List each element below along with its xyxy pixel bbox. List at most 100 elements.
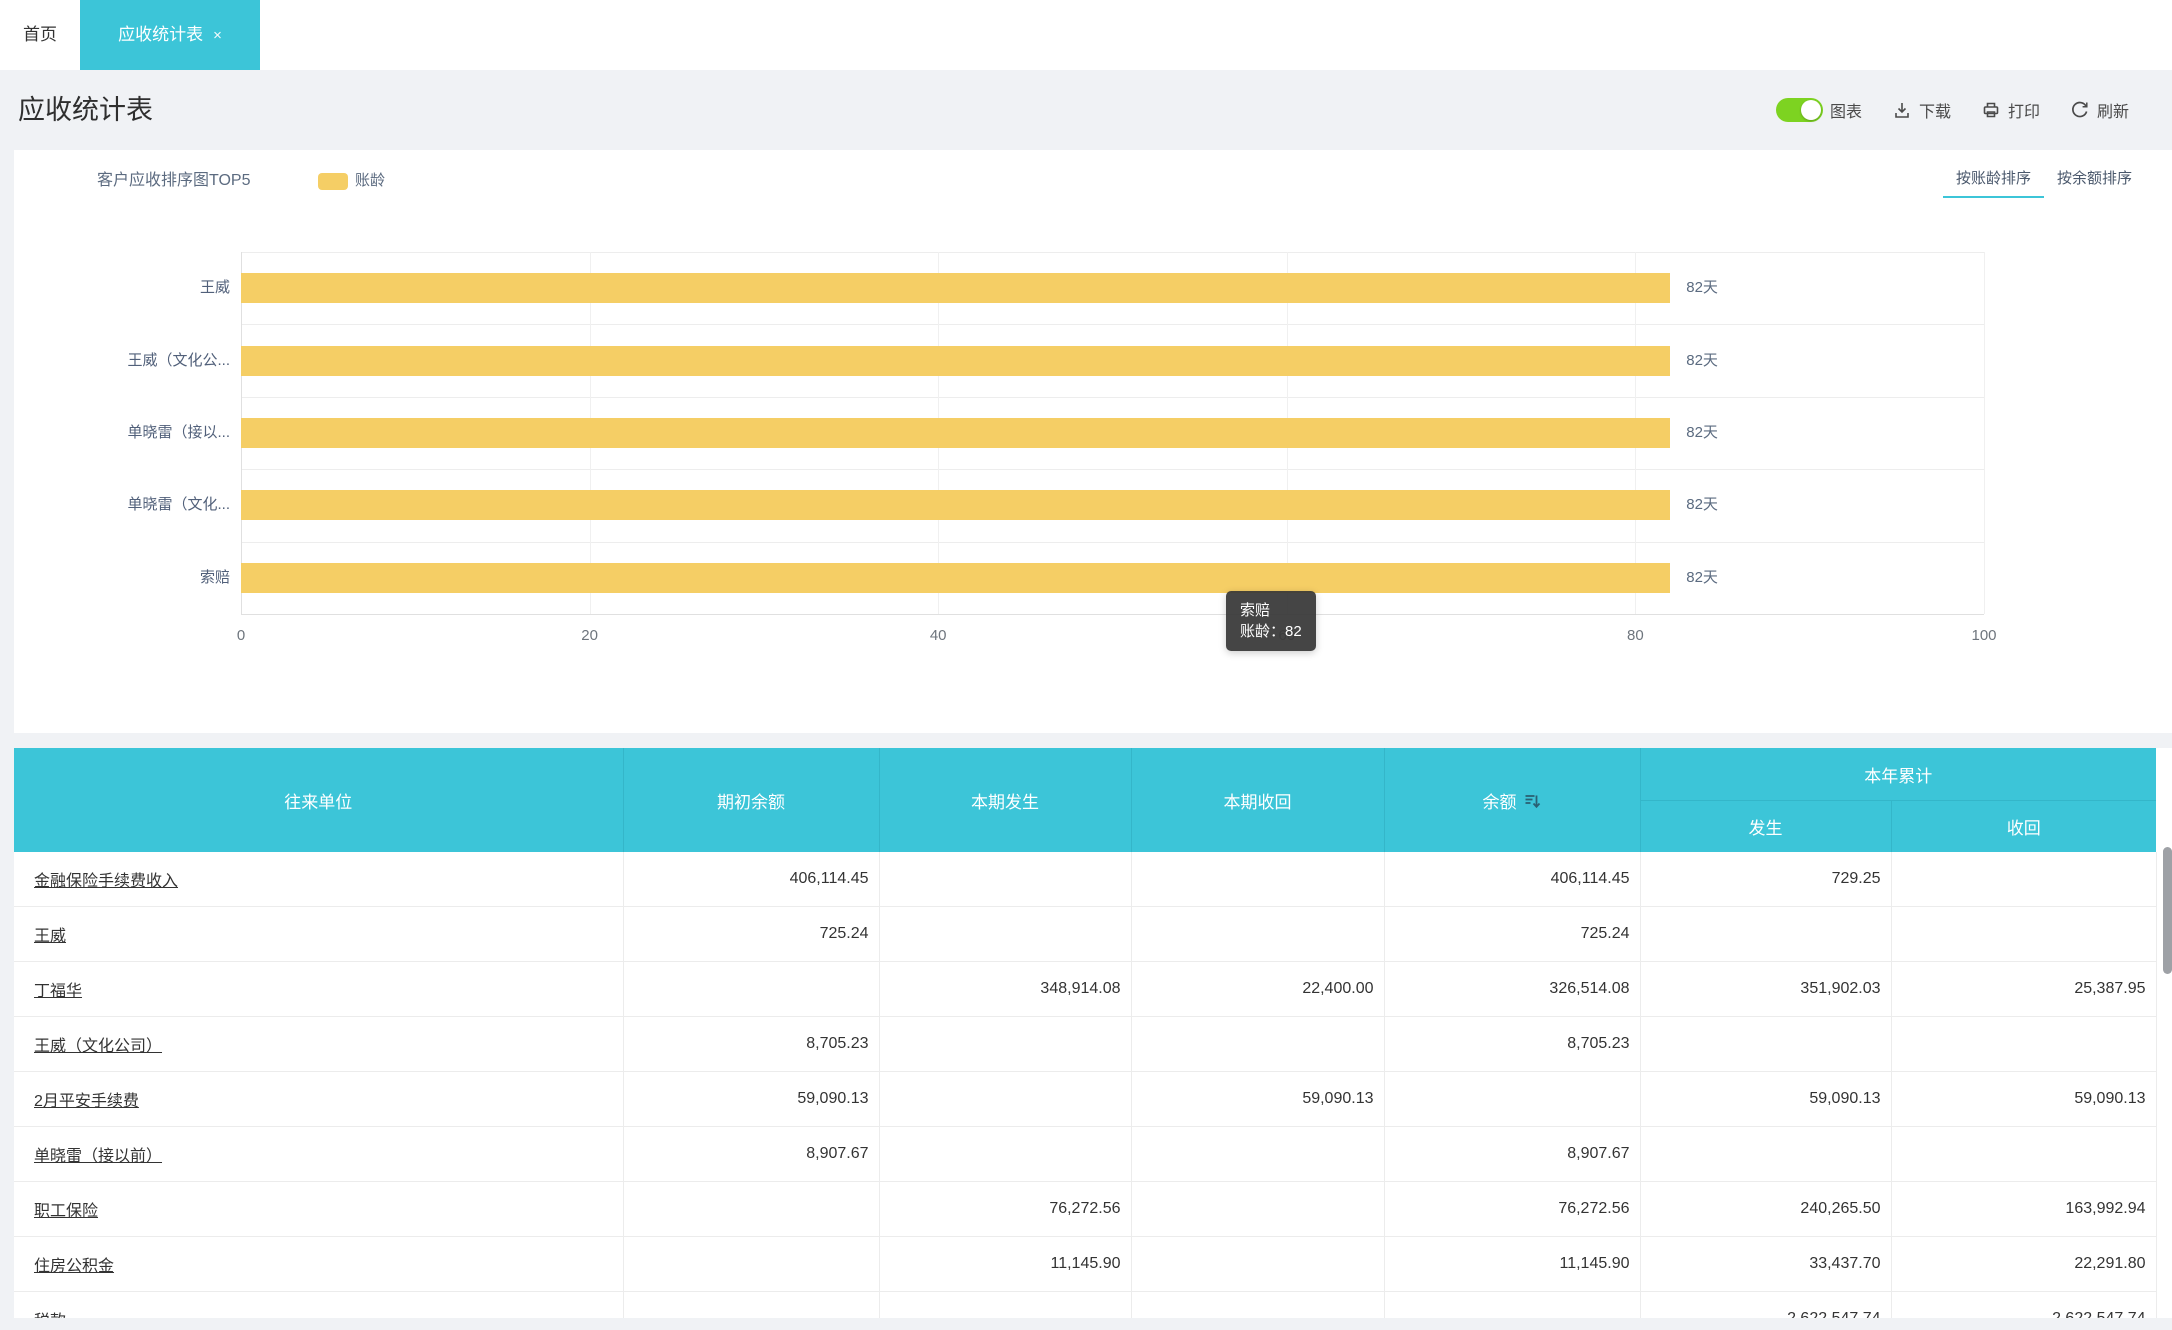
cell-ytd_received: 25,387.95 — [1891, 961, 2157, 1017]
receivable-table-card: 往来单位 期初余额 本期发生 本期收回 余额 本年累计 发生 收回 金融保险手续… — [14, 748, 2172, 1318]
cell-opening_balance: 725.24 — [623, 906, 880, 962]
col-header-current-incurred: 本期发生 — [879, 748, 1132, 852]
cell-opening_balance: 8,907.67 — [623, 1126, 880, 1182]
chart-toggle-item: 图表 — [1776, 98, 1862, 122]
cell-balance: 725.24 — [1384, 906, 1641, 962]
cell-unit: 丁福华 — [14, 961, 624, 1017]
cell-current_received: 22,400.00 — [1131, 961, 1385, 1017]
receivable-table: 往来单位 期初余额 本期发生 本期收回 余额 本年累计 发生 收回 金融保险手续… — [14, 748, 2157, 1318]
bar-账龄[interactable] — [241, 345, 1671, 376]
chart-toggle-switch[interactable] — [1776, 98, 1823, 122]
bar-账龄[interactable] — [241, 562, 1671, 593]
cell-opening_balance: 406,114.45 — [623, 852, 880, 907]
refresh-label: 刷新 — [2097, 104, 2130, 121]
cell-current_received — [1131, 1016, 1385, 1072]
grid-line-horizontal — [241, 541, 1984, 543]
vertical-scrollbar-thumb[interactable] — [2163, 847, 2172, 974]
unit-link[interactable]: 丁福华 — [34, 983, 82, 1000]
grid-line-horizontal — [241, 396, 1984, 398]
cell-current_incurred — [879, 1126, 1132, 1182]
toggle-knob — [1801, 100, 1821, 120]
unit-link[interactable]: 金融保险手续费收入 — [34, 873, 178, 890]
cell-balance — [1384, 1291, 1641, 1318]
cell-ytd_received: 59,090.13 — [1891, 1071, 2157, 1127]
tooltip-value: 账龄：82 — [1240, 623, 1302, 640]
table-row: 住房公积金 11,145.90 11,145.90 33,437.70 22,291.8… — [14, 1236, 2157, 1292]
bar-账龄[interactable] — [241, 418, 1671, 448]
cell-unit: 2月平安手续费 — [14, 1071, 624, 1127]
table-row: 单晓雷（接以前） 8,907.67 8,907.67 — [14, 1126, 2157, 1182]
chart-plot: 020406080100王威82天王威（文化公...82天单晓雷（接以...82… — [14, 150, 2172, 733]
refresh-button[interactable]: 刷新 — [2070, 98, 2129, 122]
table-row: 职工保险 76,272.56 76,272.56 240,265.50 163,992.… — [14, 1181, 2157, 1237]
cell-current_incurred — [879, 1016, 1132, 1072]
grid-line-horizontal — [241, 252, 1984, 253]
cell-current_incurred — [879, 1071, 1132, 1127]
cell-current_incurred — [879, 1291, 1132, 1318]
chart-tooltip: 索赔 账龄：82 — [1226, 591, 1316, 651]
y-axis-category-label: 单晓雷（文化... — [127, 496, 230, 514]
unit-link[interactable]: 2月平安手续费 — [34, 1093, 139, 1110]
table-row: 2月平安手续费 59,090.13 59,090.13 59,090.13 59,090… — [14, 1071, 2157, 1127]
cell-current_received — [1131, 852, 1385, 907]
bar-value-label: 82天 — [1686, 424, 1718, 441]
col-header-current-received: 本期收回 — [1131, 748, 1385, 852]
y-axis-category-label: 王威 — [199, 279, 230, 297]
chart-card: 客户应收排序图TOP5 账龄 按账龄排序 按余额排序 020406080100王… — [14, 150, 2172, 733]
download-button[interactable]: 下载 — [1892, 98, 1951, 122]
cell-current_incurred: 76,272.56 — [879, 1181, 1132, 1237]
toolbar: 图表 下载 打印 刷新 — [1776, 70, 2129, 150]
cell-unit: 王威（文化公司） — [14, 1016, 624, 1072]
table-row: 丁福华 348,914.08 22,400.00 326,514.08 351,902.… — [14, 961, 2157, 1017]
grid-line-horizontal — [241, 469, 1984, 471]
unit-link[interactable]: 单晓雷（接以前） — [34, 1148, 162, 1165]
unit-link[interactable]: 住房公积金 — [34, 1258, 114, 1275]
cell-ytd_incurred: 33,437.70 — [1640, 1236, 1892, 1292]
unit-link[interactable]: 税款 — [34, 1313, 66, 1318]
cell-current_incurred: 348,914.08 — [879, 961, 1132, 1017]
table-body: 金融保险手续费收入 406,114.45 406,114.45 729.25 王威 725… — [14, 852, 2157, 1318]
cell-opening_balance — [623, 1181, 880, 1237]
bar-账龄[interactable] — [241, 490, 1671, 521]
col-header-unit: 往来单位 — [14, 748, 624, 852]
unit-link[interactable]: 王威（文化公司） — [34, 1038, 162, 1055]
cell-ytd_incurred — [1640, 1016, 1892, 1072]
tab-home[interactable]: 首页 — [0, 0, 80, 70]
bar-value-label: 82天 — [1686, 568, 1718, 586]
cell-ytd_received: 163,992.94 — [1891, 1181, 2157, 1237]
cell-ytd_received — [1891, 906, 2157, 962]
unit-link[interactable]: 王威 — [34, 928, 66, 945]
cell-ytd_incurred: 59,090.13 — [1640, 1071, 1892, 1127]
tab-bar: 首页 应收统计表 × — [0, 0, 2172, 70]
tab-label: 应收统计表 — [118, 25, 204, 44]
grid-line-horizontal — [241, 324, 1984, 326]
cell-ytd_incurred — [1640, 1126, 1892, 1182]
cell-current_received — [1131, 1291, 1385, 1318]
cell-ytd_incurred — [1640, 906, 1892, 962]
tab-close-icon[interactable]: × — [213, 27, 222, 44]
unit-link[interactable]: 职工保险 — [34, 1203, 98, 1220]
table-row: 金融保险手续费收入 406,114.45 406,114.45 729.25 — [14, 852, 2157, 907]
cell-unit: 金融保险手续费收入 — [14, 852, 624, 907]
grid-line-vertical — [1984, 252, 1985, 614]
tab-receivable-statistics[interactable]: 应收统计表 × — [80, 0, 260, 70]
cell-unit: 单晓雷（接以前） — [14, 1126, 624, 1182]
cell-opening_balance — [623, 961, 880, 1017]
balance-header-label: 余额 — [1482, 792, 1517, 812]
page-title: 应收统计表 — [18, 95, 153, 125]
cell-ytd_incurred: 729.25 — [1640, 852, 1892, 907]
cell-current_received: 59,090.13 — [1131, 1071, 1385, 1127]
print-button[interactable]: 打印 — [1981, 98, 2040, 122]
col-header-opening-balance: 期初余额 — [623, 748, 880, 852]
col-header-ytd-group: 本年累计 — [1640, 748, 2156, 801]
y-axis-category-label: 王威（文化公... — [127, 351, 230, 369]
bar-账龄[interactable] — [241, 273, 1671, 304]
cell-ytd_incurred: 2,622,547.74 — [1640, 1291, 1892, 1318]
table-row: 税款 2,622,547.742,622,547.74 — [14, 1291, 2157, 1318]
sort-descending-icon[interactable] — [1523, 792, 1542, 811]
cell-balance — [1384, 1071, 1641, 1127]
refresh-icon — [2070, 100, 2090, 120]
cell-ytd_received — [1891, 852, 2157, 907]
print-label: 打印 — [2008, 104, 2041, 121]
cell-balance: 8,907.67 — [1384, 1126, 1641, 1182]
